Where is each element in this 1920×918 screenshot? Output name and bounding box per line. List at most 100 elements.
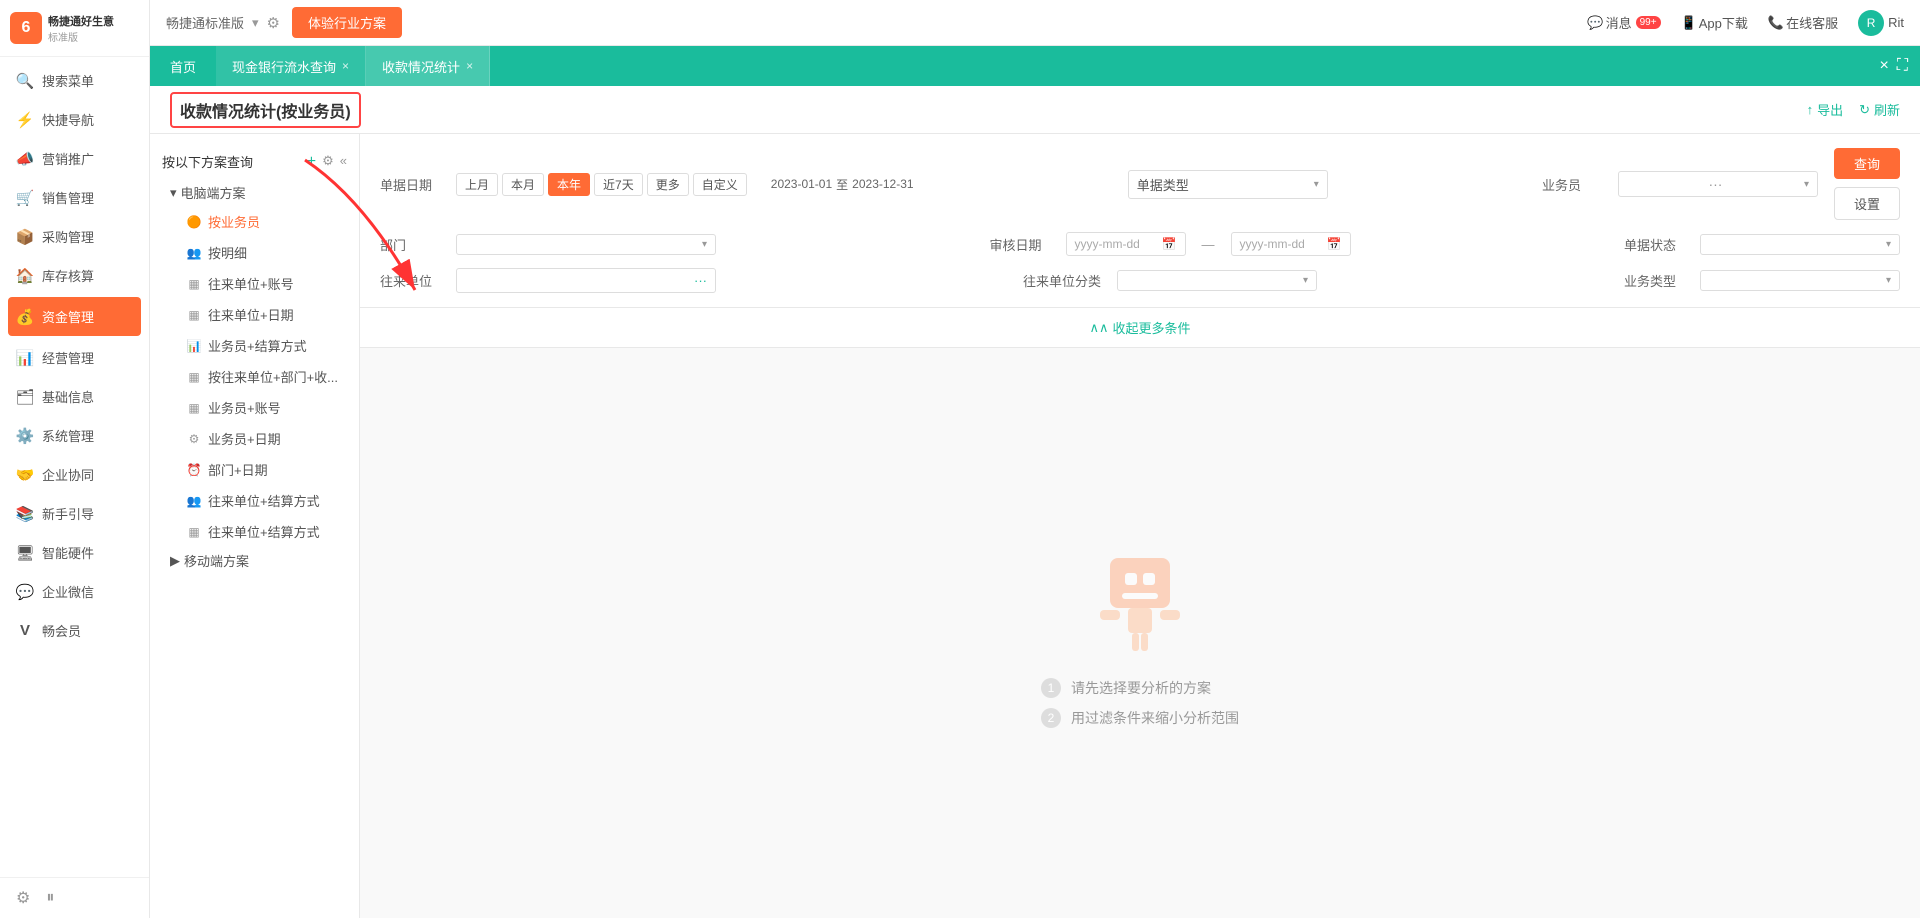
sidebar-item-quicknav[interactable]: ⚡ 快捷导航 — [0, 100, 149, 139]
system-icon: ⚙️ — [16, 427, 34, 445]
tab-receipt-close[interactable]: × — [466, 59, 473, 73]
sidebar-item-basic[interactable]: 🗂 基础信息 — [0, 377, 149, 416]
audit-date-to[interactable]: yyyy-mm-dd 📅 — [1231, 232, 1351, 256]
empty-step-2: 2 用过滤条件来缩小分析范围 — [1041, 708, 1239, 728]
audit-date-from[interactable]: yyyy-mm-dd 📅 — [1066, 232, 1186, 256]
scheme-item-by-salesman[interactable]: 🟠 按业务员 — [158, 206, 359, 237]
scheme-group-mobile: ▶ 移动端方案 — [158, 547, 359, 574]
date-btn-thisyear[interactable]: 本年 — [548, 173, 590, 196]
refresh-icon: ↻ — [1859, 102, 1870, 118]
page-header: 收款情况统计(按业务员) ↑ 导出 ↻ 刷新 — [150, 86, 1920, 134]
dept-select[interactable]: ▾ — [456, 234, 716, 255]
salesman-select[interactable]: ··· ▾ — [1618, 171, 1818, 197]
scheme-item-partner-settle2[interactable]: ▦ 往来单位+结算方式 — [158, 516, 359, 547]
scheme-item-salesman-account[interactable]: ▦ 业务员+账号 — [158, 392, 359, 423]
hardware-icon: 🖥 — [16, 544, 34, 562]
sidebar-item-hardware[interactable]: 🖥 智能硬件 — [0, 533, 149, 572]
scheme-settings-icon[interactable]: ⚙ — [322, 153, 334, 171]
scheme-item-by-detail[interactable]: 👥 按明细 — [158, 237, 359, 268]
sidebar-item-purchase[interactable]: 📦 采购管理 — [0, 217, 149, 256]
expand-icon: ▾ — [170, 185, 177, 201]
sidebar-item-member[interactable]: V 畅会员 — [0, 611, 149, 650]
refresh-btn[interactable]: ↻ 刷新 — [1859, 100, 1900, 119]
user-avatar[interactable]: R Rit — [1858, 10, 1904, 36]
page-title: 收款情况统计(按业务员) — [170, 92, 361, 128]
sidebar-item-inventory[interactable]: 🏠 库存核算 — [0, 256, 149, 295]
date-btn-custom[interactable]: 自定义 — [693, 173, 747, 196]
sidebar-item-corp[interactable]: 🤝 企业协同 — [0, 455, 149, 494]
filter-area: 单据日期 上月 本月 本年 近7天 更多 自定义 2023-01-01 至 20… — [360, 134, 1920, 308]
scheme-group-desktop-title[interactable]: ▾ 电脑端方案 — [158, 179, 359, 206]
trial-btn[interactable]: 体验行业方案 — [292, 7, 402, 38]
tab-bank[interactable]: 现金银行流水查询 × — [216, 46, 366, 86]
sidebar-item-finance[interactable]: 💰 资金管理 — [8, 297, 141, 336]
date-range: 2023-01-01 至 2023-12-31 — [771, 176, 914, 193]
sidebar-item-wechat[interactable]: 💬 企业微信 — [0, 572, 149, 611]
salesman-account-icon: ▦ — [186, 400, 202, 416]
tab-close-all-icon[interactable]: × — [1879, 57, 1888, 75]
sidebar-item-guide[interactable]: 📚 新手引导 — [0, 494, 149, 533]
sales-icon: 🛒 — [16, 189, 34, 207]
scheme-item-salesman-settle[interactable]: 📊 业务员+结算方式 — [158, 330, 359, 361]
app-download-btn[interactable]: 📱 App下载 — [1681, 13, 1748, 32]
basic-icon: 🗂 — [16, 388, 34, 406]
partner-more-btn[interactable]: ··· — [694, 273, 707, 288]
biz-type-select[interactable]: ▾ — [1700, 270, 1900, 291]
scheme-item-partner-date[interactable]: ▦ 往来单位+日期 — [158, 299, 359, 330]
sidebar-bottom: ⚙ ⏸ — [0, 877, 149, 918]
tab-expand-icon[interactable]: ⛶ — [1897, 57, 1908, 75]
topbar-actions: 💬 消息 99+ 📱 App下载 📞 在线客服 R Rit — [1587, 10, 1904, 36]
collapse-btn[interactable]: ∧∧ 收起更多条件 — [1089, 318, 1190, 337]
doc-type-select[interactable]: 单据类型 ▾ — [1128, 170, 1328, 199]
messages-btn[interactable]: 💬 消息 99+ — [1587, 13, 1660, 32]
date-btn-lastmonth[interactable]: 上月 — [456, 173, 498, 196]
add-scheme-btn[interactable]: + — [307, 153, 316, 171]
doc-status-select[interactable]: ▾ — [1700, 234, 1900, 255]
sidebar-item-marketing[interactable]: 📣 营销推广 — [0, 139, 149, 178]
topbar-gear-icon[interactable]: ⚙ — [267, 14, 280, 32]
logo-icon: 6 — [10, 12, 42, 44]
partner-settle-icon: 👥 — [186, 493, 202, 509]
sidebar-item-system[interactable]: ⚙️ 系统管理 — [0, 416, 149, 455]
sidebar-item-operation[interactable]: 📊 经营管理 — [0, 338, 149, 377]
scheme-item-partner-settle[interactable]: 👥 往来单位+结算方式 — [158, 485, 359, 516]
dropdown-icon[interactable]: ▾ — [252, 15, 259, 31]
settings-bottom-icon[interactable]: ⚙ — [16, 888, 30, 908]
date-btn-more[interactable]: 更多 — [647, 173, 689, 196]
export-btn[interactable]: ↑ 导出 — [1807, 100, 1844, 119]
scheme-item-salesman-date[interactable]: ⚙ 业务员+日期 — [158, 423, 359, 454]
query-btn[interactable]: 查询 — [1834, 148, 1900, 179]
scheme-item-partner-dept[interactable]: ▦ 按往来单位+部门+收... — [158, 361, 359, 392]
sidebar-item-search[interactable]: 🔍 搜索菜单 — [0, 61, 149, 100]
salesman-date-icon: ⚙ — [186, 431, 202, 447]
partner-settle2-icon: ▦ — [186, 524, 202, 540]
date-btn-thismonth[interactable]: 本月 — [502, 173, 544, 196]
panel-header-label: 按以下方案查询 — [162, 152, 253, 171]
online-service-btn[interactable]: 📞 在线客服 — [1768, 13, 1838, 32]
guide-icon: 📚 — [16, 505, 34, 523]
dept-date-icon: ⏰ — [186, 462, 202, 478]
partner-select[interactable]: ··· — [456, 268, 716, 293]
scheme-group-mobile-title[interactable]: ▶ 移动端方案 — [158, 547, 359, 574]
collapse-row: ∧∧ 收起更多条件 — [360, 308, 1920, 348]
tabbar: 首页 现金银行流水查询 × 收款情况统计 × × ⛶ — [150, 46, 1920, 86]
tab-receipt[interactable]: 收款情况统计 × — [366, 46, 490, 86]
sidebar-item-sales[interactable]: 🛒 销售管理 — [0, 178, 149, 217]
salesman-chevron: ▾ — [1804, 179, 1809, 190]
partner-category-select[interactable]: ▾ — [1117, 270, 1317, 291]
date-btn-7days[interactable]: 近7天 — [594, 173, 643, 196]
collapse-panel-icon[interactable]: « — [340, 153, 347, 171]
settings-btn[interactable]: 设置 — [1834, 187, 1900, 220]
biz-type-label: 业务类型 — [1624, 271, 1684, 290]
inventory-icon: 🏠 — [16, 267, 34, 285]
scheme-item-dept-date[interactable]: ⏰ 部门+日期 — [158, 454, 359, 485]
partner-dept-icon: ▦ — [186, 369, 202, 385]
tab-home[interactable]: 首页 — [150, 46, 216, 86]
empty-steps: 1 请先选择要分析的方案 2 用过滤条件来缩小分析范围 — [1041, 678, 1239, 728]
salesman-more-icon[interactable]: ··· — [1708, 176, 1722, 192]
scheme-item-partner-account[interactable]: ▦ 往来单位+账号 — [158, 268, 359, 299]
filter-row-3: 往来单位 ··· 往来单位分类 ▾ 业务类型 ▾ — [380, 268, 1900, 293]
logo-text: 畅捷通好生意 标准版 — [48, 13, 114, 44]
pause-icon[interactable]: ⏸ — [46, 889, 54, 907]
tab-bank-close[interactable]: × — [342, 59, 349, 73]
